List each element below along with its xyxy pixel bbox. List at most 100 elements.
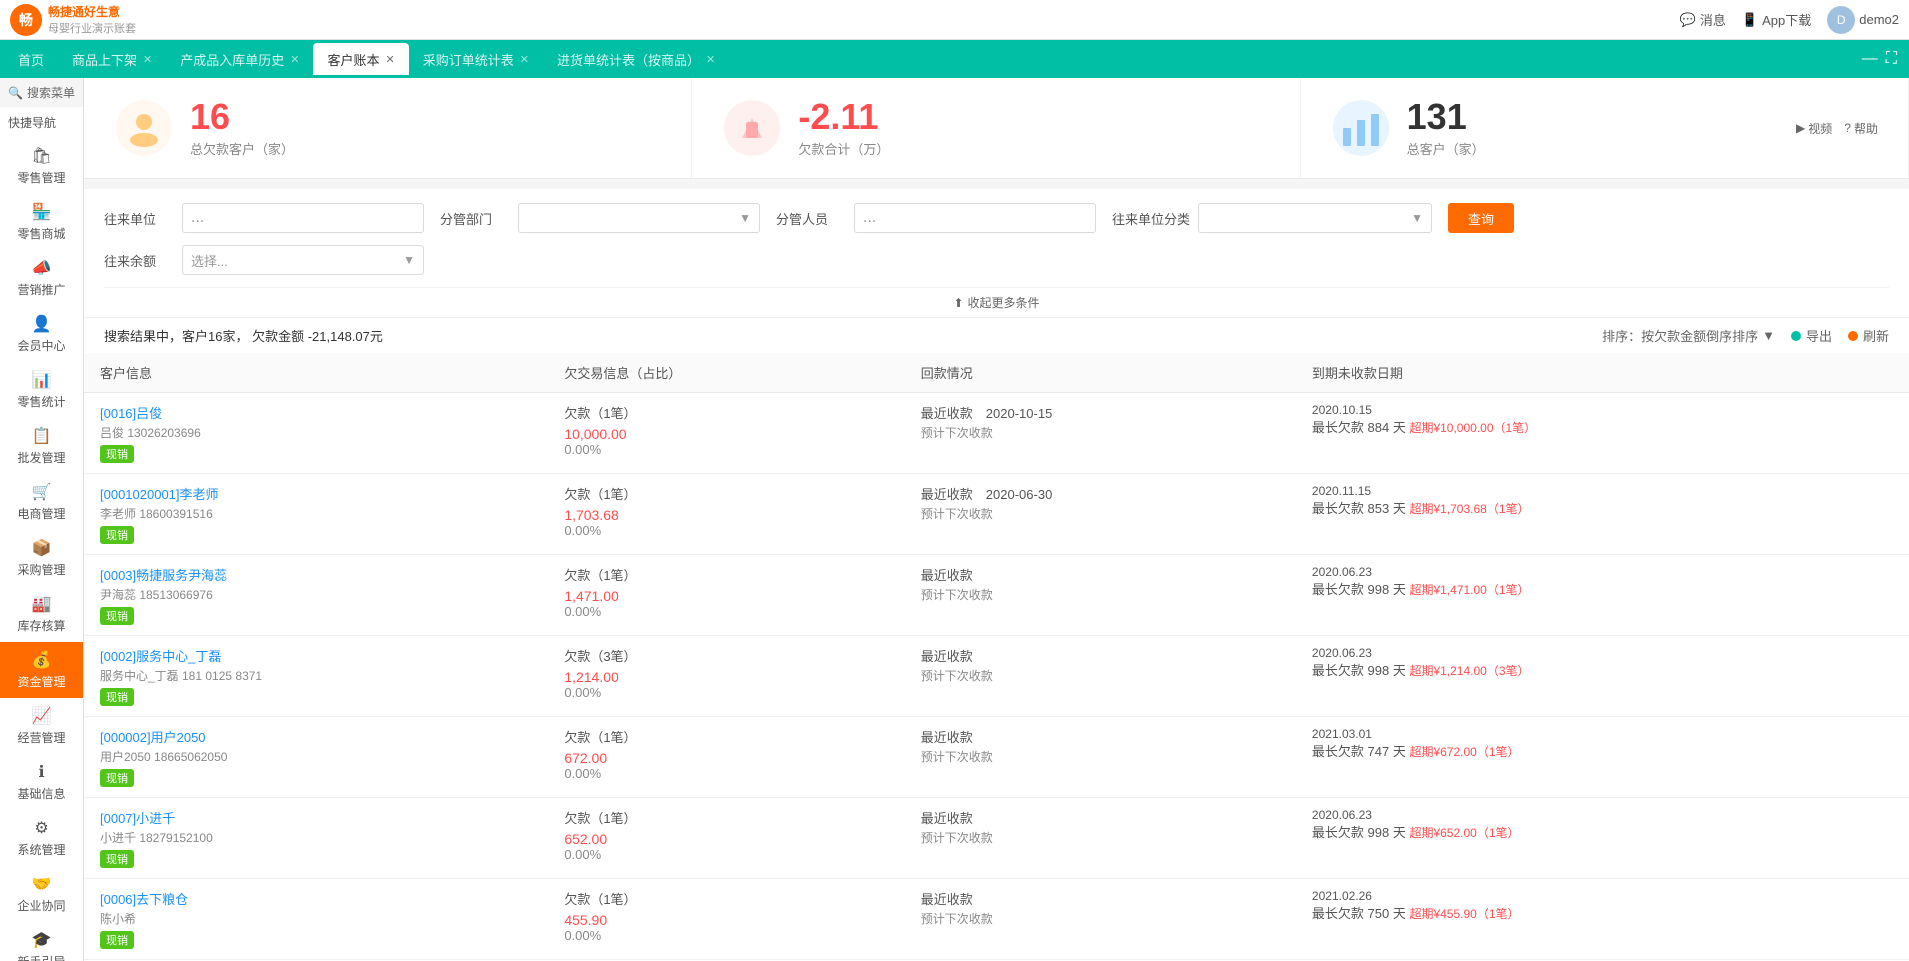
cell-due-date-3: 2020.06.23 最长欠款 998 天 超期¥1,214.00（3笔） <box>1296 636 1909 717</box>
filter-input-balance[interactable]: 选择... ▼ <box>182 245 424 275</box>
filter-input-vendor[interactable]: ... <box>182 203 424 233</box>
overdue-link-2[interactable]: 超期¥1,471.00（1笔） <box>1409 583 1529 597</box>
tab-goods-listing[interactable]: 商品上下架 ✕ <box>58 43 166 75</box>
cell-debt-info-4: 欠款（1笔） 672.00 0.00% <box>548 717 904 798</box>
sidebar-item-batch-mgmt[interactable]: 📋 批发管理 <box>0 418 83 474</box>
video-btn[interactable]: ▶ 视频 <box>1796 120 1832 137</box>
sidebar-item-system[interactable]: ⚙ 系统管理 <box>0 810 83 866</box>
customer-name-2[interactable]: [0003]畅捷服务尹海蕊 <box>100 565 532 584</box>
customer-name-4[interactable]: [000002]用户2050 <box>100 727 532 746</box>
sidebar-item-membership[interactable]: 👤 会员中心 <box>0 306 83 362</box>
close-tab-customer[interactable]: ✕ <box>386 53 395 66</box>
table-row: [0007]小进千 小进千 18279152100 现销 欠款（1笔） 652.… <box>84 798 1909 879</box>
overdue-link-0[interactable]: 超期¥10,000.00（1笔） <box>1409 421 1536 435</box>
cell-recovery-4: 最近收款 预计下次收款 <box>905 717 1296 798</box>
sidebar-item-enterprise[interactable]: 🤝 企业协同 <box>0 866 83 922</box>
cell-due-date-2: 2020.06.23 最长欠款 998 天 超期¥1,471.00（1笔） <box>1296 555 1909 636</box>
table-row: [0002]服务中心_丁磊 服务中心_丁磊 181 0125 8371 现销 欠… <box>84 636 1909 717</box>
collapse-btn[interactable]: ⬆ 收起更多条件 <box>104 287 1889 317</box>
debt-count-4: 欠款（1笔） <box>564 727 888 746</box>
cell-customer-info-1: [0001020001]李老师 李老师 18600391516 现销 <box>84 474 548 555</box>
sidebar-item-purchase[interactable]: 📦 采购管理 <box>0 530 83 586</box>
customer-name-1[interactable]: [0001020001]李老师 <box>100 484 532 503</box>
help-btn[interactable]: ? 帮助 <box>1844 120 1878 137</box>
message-btn[interactable]: 💬 消息 <box>1680 10 1726 29</box>
overdue-link-1[interactable]: 超期¥1,703.68（1笔） <box>1409 502 1529 516</box>
sidebar-item-capital[interactable]: 💰 资金管理 <box>0 642 83 698</box>
app-download-btn[interactable]: 📱 App下载 <box>1742 10 1811 29</box>
top-bar-left: 畅 畅捷通好生意 母婴行业演示账套 <box>10 3 136 36</box>
membership-icon: 👤 <box>32 314 52 334</box>
customer-sub-3: 服务中心_丁磊 181 0125 8371 <box>100 667 532 684</box>
stat-number-total: 131 <box>1407 99 1485 135</box>
customer-name-6[interactable]: [0006]去下粮仓 <box>100 889 532 908</box>
chevron-balance-icon: ▼ <box>403 253 415 267</box>
due-date-val-0: 2020.10.15 <box>1312 403 1893 417</box>
sidebar-item-marketing[interactable]: 📣 营销推广 <box>0 250 83 306</box>
sidebar-item-guide[interactable]: 🎓 新手引导 <box>0 922 83 961</box>
recovery-date-5: 最近收款 <box>921 808 1280 827</box>
filter-input-category[interactable]: ▼ <box>1198 203 1432 233</box>
results-bar: 搜索结果中，客户16家， 欠款金额 -21,148.07元 排序：按欠款金额倒序… <box>84 317 1909 353</box>
overdue-link-6[interactable]: 超期¥455.90（1笔） <box>1409 907 1519 921</box>
maximize-btn[interactable]: ⛶ <box>1886 51 1897 67</box>
close-tab-product[interactable]: ✕ <box>290 53 299 66</box>
overdue-days-3: 最长欠款 998 天 <box>1312 663 1410 678</box>
dots-person-icon[interactable]: ... <box>863 209 876 227</box>
sidebar-item-retail-stats[interactable]: 📊 零售统计 <box>0 362 83 418</box>
user-avatar[interactable]: D demo2 <box>1827 6 1899 34</box>
results-actions: 排序：按欠款金额倒序排序 ▼ 导出 刷新 <box>1602 326 1889 345</box>
sidebar-item-ops[interactable]: 📈 经营管理 <box>0 698 83 754</box>
cell-recovery-5: 最近收款 预计下次收款 <box>905 798 1296 879</box>
customer-name-0[interactable]: [0016]吕俊 <box>100 403 532 422</box>
marketing-icon: 📣 <box>32 258 52 278</box>
chevron-category-icon: ▼ <box>1411 211 1423 225</box>
cell-due-date-5: 2020.06.23 最长欠款 998 天 超期¥652.00（1笔） <box>1296 798 1909 879</box>
stat-icon-debt <box>722 98 782 158</box>
stat-card-debt: -2.11 欠款合计（万） <box>692 78 1300 178</box>
debt-count-2: 欠款（1笔） <box>564 565 888 584</box>
overdue-link-3[interactable]: 超期¥1,214.00（3笔） <box>1409 664 1529 678</box>
debt-pct-5: 0.00% <box>564 847 888 862</box>
customer-tag-0: 现销 <box>100 445 134 463</box>
tab-home[interactable]: 首页 <box>4 43 58 75</box>
stat-icon-total <box>1331 98 1391 158</box>
debt-amount-5: 652.00 <box>564 831 888 847</box>
customer-sub-6: 陈小希 <box>100 910 532 927</box>
refresh-btn[interactable]: 刷新 <box>1848 326 1889 345</box>
overdue-link-5[interactable]: 超期¥652.00（1笔） <box>1409 826 1519 840</box>
search-button[interactable]: 查询 <box>1448 203 1514 233</box>
customer-name-5[interactable]: [0007]小进千 <box>100 808 532 827</box>
minimize-btn[interactable]: — <box>1862 51 1878 67</box>
sidebar-item-inventory[interactable]: 🏭 库存核算 <box>0 586 83 642</box>
cell-customer-info-4: [000002]用户2050 用户2050 18665062050 现销 <box>84 717 548 798</box>
tab-product-history[interactable]: 产成品入库单历史 ✕ <box>166 43 313 75</box>
tab-customer-account[interactable]: 客户账本 ✕ <box>313 43 408 75</box>
overdue-link-4[interactable]: 超期¥672.00（1笔） <box>1409 745 1519 759</box>
tab-purchase-stats[interactable]: 采购订单统计表 ✕ <box>409 43 543 75</box>
basic-info-icon: ℹ <box>38 762 44 782</box>
stat-icon-customers <box>114 98 174 158</box>
stats-row: 16 总欠款客户（家） -2.11 欠款合计 <box>84 78 1909 179</box>
export-btn[interactable]: 导出 <box>1791 326 1832 345</box>
close-tab-purchase2[interactable]: ✕ <box>706 53 715 66</box>
debt-pct-3: 0.00% <box>564 685 888 700</box>
sidebar-item-retail-mgmt[interactable]: 🛍 零售管理 <box>0 138 83 194</box>
sidebar-item-retail-shop[interactable]: 🏪 零售商城 <box>0 194 83 250</box>
dots-icon[interactable]: ... <box>191 209 204 227</box>
recovery-date-2: 最近收款 <box>921 565 1280 584</box>
sidebar-item-ecommerce[interactable]: 🛒 电商管理 <box>0 474 83 530</box>
sort-select[interactable]: 排序：按欠款金额倒序排序 ▼ <box>1602 326 1775 345</box>
filter-item-vendor: 往来单位 ... <box>104 203 424 233</box>
sidebar-search[interactable]: 🔍 搜索菜单 <box>0 78 83 107</box>
tab-purchase-stats2[interactable]: 进货单统计表（按商品） ✕ <box>543 43 729 75</box>
close-tab-goods[interactable]: ✕ <box>143 53 152 66</box>
stat-number-customers: 16 <box>190 99 294 135</box>
close-tab-purchase[interactable]: ✕ <box>520 53 529 66</box>
filter-item-balance: 往来余额 选择... ▼ <box>104 245 424 275</box>
sidebar-item-basic-info[interactable]: ℹ 基础信息 <box>0 754 83 810</box>
customer-name-3[interactable]: [0002]服务中心_丁磊 <box>100 646 532 665</box>
filter-input-dept[interactable]: ▼ <box>518 203 760 233</box>
system-icon: ⚙ <box>34 818 48 838</box>
filter-input-person[interactable]: ... <box>854 203 1096 233</box>
